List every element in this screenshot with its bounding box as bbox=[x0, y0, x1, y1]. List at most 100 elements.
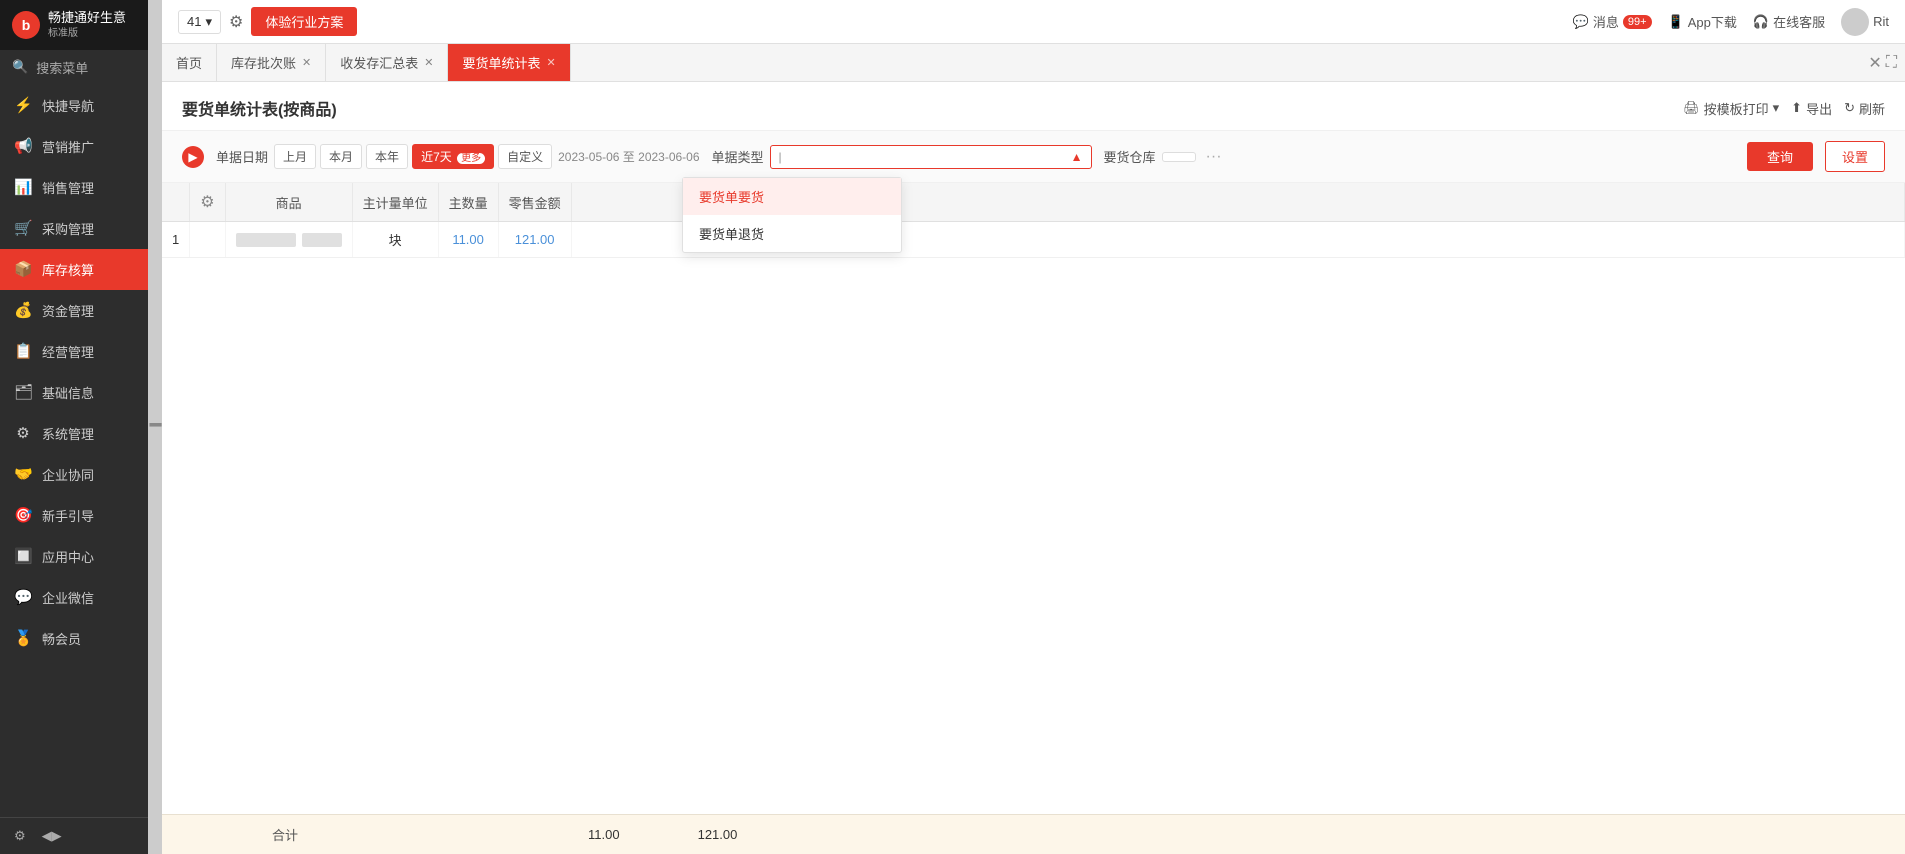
type-select-value: | bbox=[779, 150, 782, 164]
sidebar-item-guide[interactable]: 🎯 新手引导 bbox=[0, 495, 148, 536]
tab-home[interactable]: 首页 bbox=[162, 44, 217, 81]
sales-icon: 📊 bbox=[14, 178, 32, 196]
trial-btn[interactable]: 体验行业方案 bbox=[251, 7, 357, 36]
week7-btn[interactable]: 近7天 更多 bbox=[412, 144, 494, 169]
sidebar-label-inventory: 库存核算 bbox=[42, 260, 94, 279]
settings-bottom-icon[interactable]: ⚙ bbox=[14, 828, 26, 844]
warehouse-select[interactable] bbox=[1162, 152, 1196, 162]
print-btn[interactable]: 🖨 按模板打印 ▾ bbox=[1683, 99, 1779, 118]
operation-icon: 📋 bbox=[14, 342, 32, 360]
sidebar-item-finance[interactable]: 💰资金管理 bbox=[0, 290, 148, 331]
avatar bbox=[1841, 8, 1869, 36]
chevron-down-icon: ▾ bbox=[205, 14, 212, 30]
sidebar-search[interactable]: 🔍 搜索菜单 bbox=[0, 50, 148, 85]
sidebar: b 畅捷通好生意 标准版 🔍 搜索菜单 ⚡快捷导航📢营销推广📊销售管理🛒采购管理… bbox=[0, 0, 148, 854]
wechat-icon: 💬 bbox=[14, 588, 32, 606]
table-footer: 合计 11.00 121.00 bbox=[162, 814, 1905, 854]
cell-settings-0 bbox=[190, 222, 225, 258]
sidebar-item-wechat[interactable]: 💬 企业微信 bbox=[0, 577, 148, 618]
curr-month-btn[interactable]: 本月 bbox=[320, 144, 362, 169]
sidebar-item-inventory[interactable]: 📦 库存核算 bbox=[0, 249, 148, 290]
topbar-right: 💬 消息 99+ 📱 App下载 🎧 在线客服 Rit bbox=[1573, 8, 1889, 36]
tabbar-right: ✕ ⛶ bbox=[1868, 53, 1905, 73]
data-table: ⚙ 商品 主计量单位 主数量 零售金额 1 bbox=[162, 183, 1905, 258]
warehouse-filter-group: 要货仓库 ··· bbox=[1104, 147, 1222, 166]
expand-filter-btn[interactable]: ▶ bbox=[182, 146, 204, 168]
sidebar-item-purchase[interactable]: 🛒 采购管理 bbox=[0, 208, 148, 249]
message-icon: 💬 bbox=[1573, 14, 1589, 30]
sidebar-nav: ⚡快捷导航📢营销推广📊销售管理 🛒 采购管理 📦 库存核算 💰资金管理📋经营管理 🗂 基础信息… bbox=[0, 85, 148, 817]
user-avatar-btn[interactable]: Rit bbox=[1841, 8, 1889, 36]
system-icon: ⚙ bbox=[14, 424, 32, 442]
sidebar-label-purchase: 采购管理 bbox=[42, 219, 94, 238]
sidebar-item-operation[interactable]: 📋经营管理 bbox=[0, 331, 148, 372]
dropdown-item-0[interactable]: 要货单要货 bbox=[683, 178, 901, 215]
col-product: 商品 bbox=[225, 183, 352, 222]
type-select[interactable]: | ▲ bbox=[770, 145, 1092, 169]
col-settings[interactable]: ⚙ bbox=[190, 183, 225, 222]
sidebar-item-shortcut[interactable]: ⚡快捷导航 bbox=[0, 85, 148, 126]
sidebar-item-basic[interactable]: 🗂 基础信息 bbox=[0, 372, 148, 413]
sidebar-item-appcenter[interactable]: 🔲应用中心 bbox=[0, 536, 148, 577]
appcenter-icon: 🔲 bbox=[14, 547, 32, 565]
sidebar-item-marketing[interactable]: 📢营销推广 bbox=[0, 126, 148, 167]
app-download-btn[interactable]: 📱 App下载 bbox=[1668, 12, 1737, 31]
print-icon: 🖨 bbox=[1683, 100, 1700, 116]
footer-qty-cell: 11.00 bbox=[588, 827, 620, 842]
custom-date-btn[interactable]: 自定义 bbox=[498, 144, 552, 169]
type-chevron-up-icon: ▲ bbox=[1071, 150, 1083, 164]
print-chevron-icon: ▾ bbox=[1773, 100, 1780, 116]
tab-close-order_stat[interactable]: ✕ bbox=[547, 56, 556, 69]
company-name: 41 bbox=[187, 14, 201, 29]
export-btn[interactable]: ⬆ 导出 bbox=[1791, 99, 1832, 118]
query-btn[interactable]: 查询 bbox=[1747, 142, 1813, 171]
footer-qty: 11.00 bbox=[588, 827, 620, 842]
tab-summary[interactable]: 收发存汇总表✕ bbox=[326, 44, 448, 81]
tab-batch[interactable]: 库存批次账✕ bbox=[217, 44, 326, 81]
table-settings-icon[interactable]: ⚙ bbox=[200, 194, 214, 211]
sidebar-item-system[interactable]: ⚙系统管理 bbox=[0, 413, 148, 454]
footer-total: 合计 bbox=[182, 825, 298, 844]
purchase-icon: 🛒 bbox=[14, 219, 32, 237]
sidebar-label-guide: 新手引导 bbox=[42, 506, 94, 525]
basic-icon: 🗂 bbox=[14, 383, 32, 401]
dropdown-item-1[interactable]: 要货单退货 bbox=[683, 215, 901, 252]
export-icon: ⬆ bbox=[1791, 100, 1802, 116]
col-seq bbox=[162, 183, 190, 222]
sidebar-item-enterprise[interactable]: 🤝企业协同 bbox=[0, 454, 148, 495]
collapse-bottom-icon[interactable]: ◀▶ bbox=[42, 828, 62, 844]
page-actions: 🖨 按模板打印 ▾ ⬆ 导出 ↻ 刷新 bbox=[1683, 99, 1885, 118]
message-btn[interactable]: 💬 消息 99+ bbox=[1573, 12, 1652, 31]
sidebar-label-finance: 资金管理 bbox=[42, 301, 94, 320]
filter-settings-btn[interactable]: 设置 bbox=[1825, 141, 1885, 172]
table-body: 1 块 11.00 121.00 bbox=[162, 222, 1905, 258]
topbar-settings-icon[interactable]: ⚙ bbox=[229, 12, 243, 32]
tab-close-summary[interactable]: ✕ bbox=[424, 56, 433, 69]
sidebar-label-basic: 基础信息 bbox=[42, 383, 94, 402]
tab-fullscreen-icon[interactable]: ⛶ bbox=[1886, 54, 1897, 72]
tab-order_stat[interactable]: 要货单统计表 ✕ bbox=[448, 44, 570, 81]
tab-label-home: 首页 bbox=[176, 53, 202, 72]
prev-month-btn[interactable]: 上月 bbox=[274, 144, 316, 169]
refresh-btn[interactable]: ↻ 刷新 bbox=[1844, 99, 1885, 118]
curr-year-btn[interactable]: 本年 bbox=[366, 144, 408, 169]
cell-seq-0: 1 bbox=[162, 222, 190, 258]
cell-qty-0: 11.00 bbox=[438, 222, 498, 258]
tab-close-all-icon[interactable]: ✕ bbox=[1868, 53, 1881, 73]
sidebar-item-sales[interactable]: 📊销售管理 bbox=[0, 167, 148, 208]
sidebar-collapse-handle[interactable]: ▌ bbox=[148, 0, 162, 854]
tab-label-order_stat: 要货单统计表 bbox=[462, 53, 540, 72]
guide-icon: 🎯 bbox=[14, 506, 32, 524]
type-dropdown: 要货单要货 要货单退货 bbox=[682, 177, 902, 253]
company-selector[interactable]: 41 ▾ bbox=[178, 10, 221, 34]
enterprise-icon: 🤝 bbox=[14, 465, 32, 483]
sidebar-label-wechat: 企业微信 bbox=[42, 588, 94, 607]
online-service-btn[interactable]: 🎧 在线客服 bbox=[1753, 12, 1825, 31]
main-area: 41 ▾ ⚙ 体验行业方案 💬 消息 99+ 📱 App下载 🎧 在线客服 bbox=[162, 0, 1905, 854]
tab-close-batch[interactable]: ✕ bbox=[302, 56, 311, 69]
headset-icon: 🎧 bbox=[1753, 14, 1769, 30]
inventory-icon: 📦 bbox=[14, 260, 32, 278]
col-amount: 零售金额 bbox=[498, 183, 571, 222]
sidebar-item-membership[interactable]: 🏅畅会员 bbox=[0, 618, 148, 659]
warehouse-more-icon[interactable]: ··· bbox=[1206, 148, 1222, 166]
